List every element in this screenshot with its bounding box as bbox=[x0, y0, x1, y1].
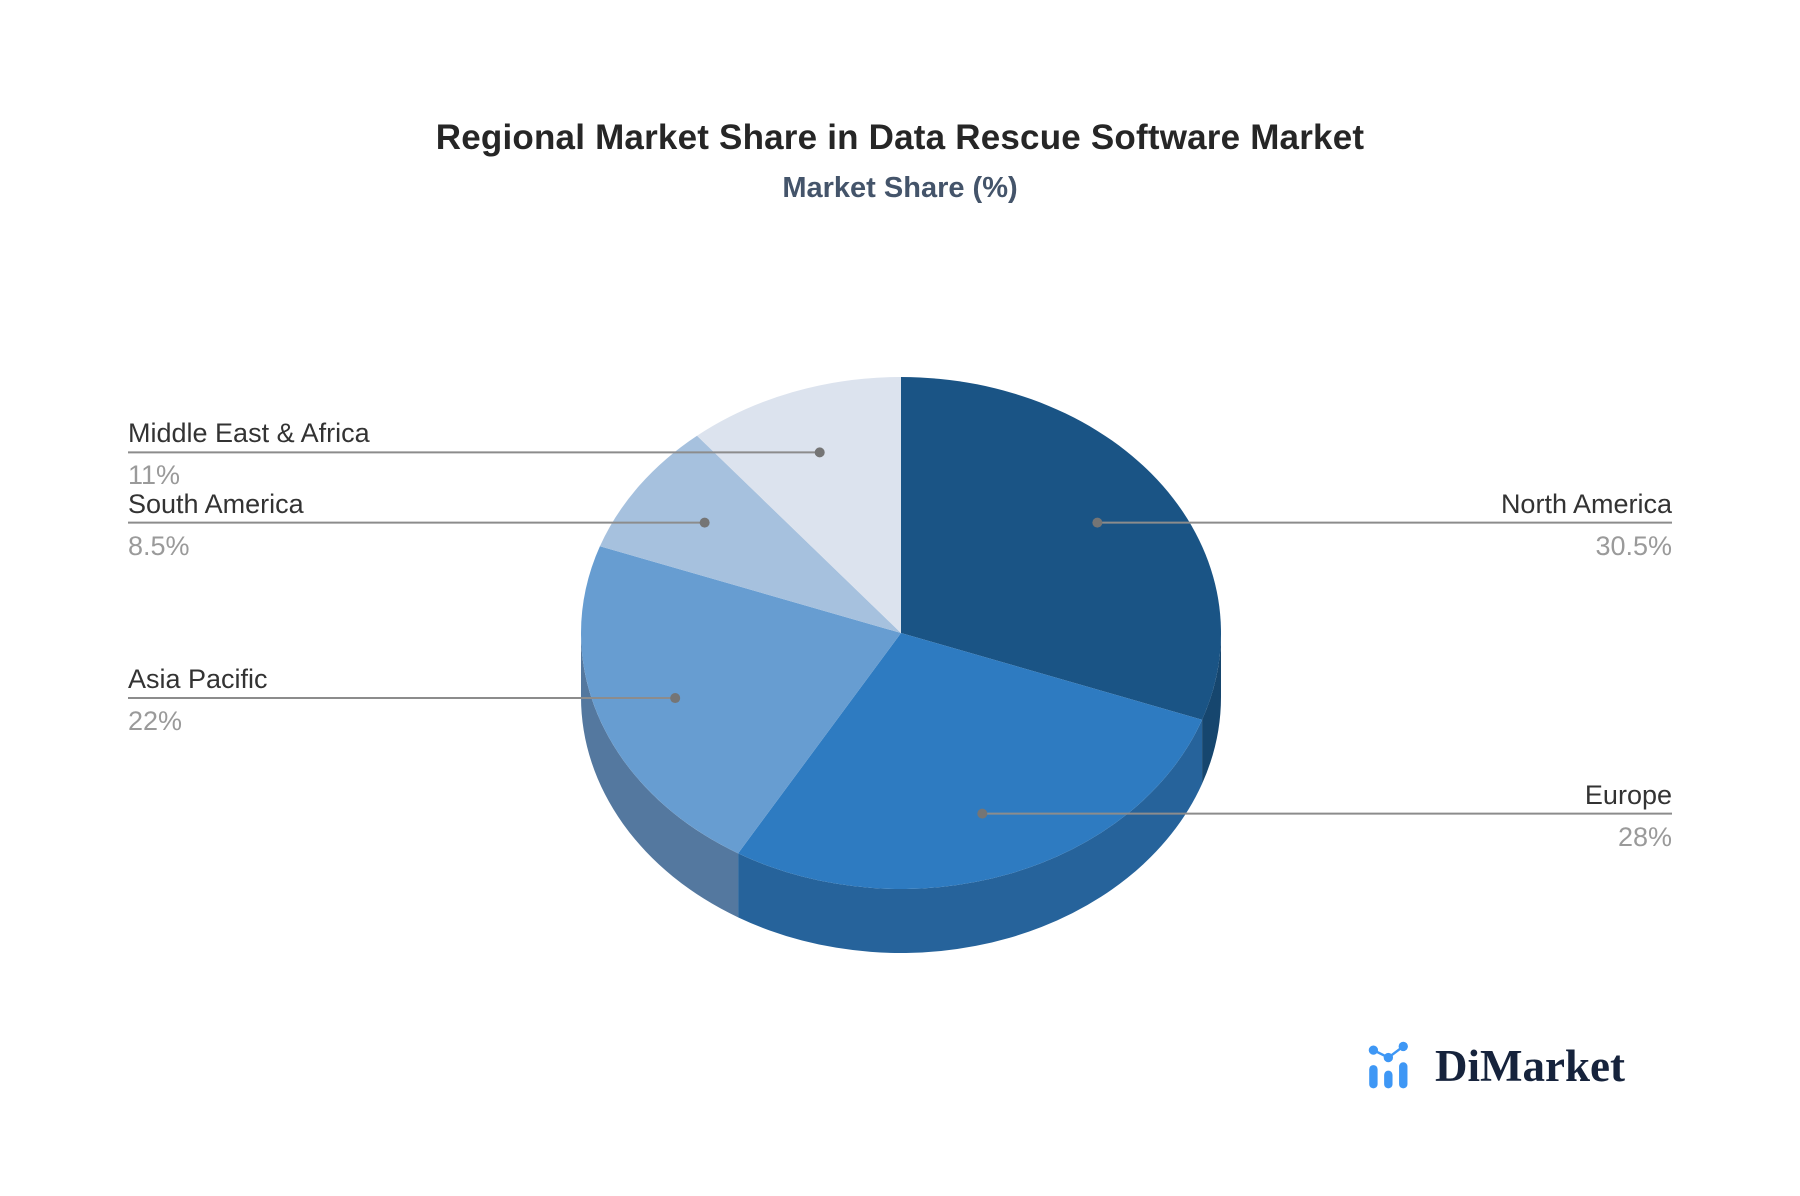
leader-dot bbox=[1092, 517, 1103, 528]
slice-label-middle-east-africa: Middle East & Africa 11% bbox=[128, 418, 370, 490]
slice-name: Middle East & Africa bbox=[128, 418, 370, 449]
slice-label-asia-pacific: Asia Pacific 22% bbox=[128, 664, 268, 736]
leader-dot bbox=[977, 808, 988, 819]
slice-name: North America bbox=[1500, 488, 1672, 519]
slice-percent: 22% bbox=[128, 706, 183, 737]
brand-logo: DiMarket bbox=[1365, 1038, 1625, 1094]
slice-name: Europe bbox=[1584, 779, 1672, 810]
leader-dot bbox=[814, 447, 825, 458]
slice-percent: 8.5% bbox=[128, 530, 190, 561]
slice-percent: 11% bbox=[128, 460, 181, 491]
slice-label-europe: Europe 28% bbox=[1585, 780, 1672, 852]
slice-percent: 30.5% bbox=[1595, 530, 1672, 561]
slice-label-south-america: South America 8.5% bbox=[128, 489, 304, 561]
slice-name: Asia Pacific bbox=[128, 664, 268, 695]
brand-name: DiMarket bbox=[1435, 1041, 1625, 1091]
slice-name: South America bbox=[128, 488, 304, 519]
bar-chart-logo-icon bbox=[1368, 1041, 1408, 1089]
leader-dot bbox=[699, 517, 710, 528]
leader-dot bbox=[670, 693, 681, 704]
pie-chart bbox=[128, 377, 1672, 954]
slice-percent: 28% bbox=[1617, 821, 1672, 852]
pie-chart-page: Regional Market Share in Data Rescue Sof… bbox=[0, 0, 1800, 1196]
slice-label-north-america: North America 30.5% bbox=[1501, 489, 1672, 561]
